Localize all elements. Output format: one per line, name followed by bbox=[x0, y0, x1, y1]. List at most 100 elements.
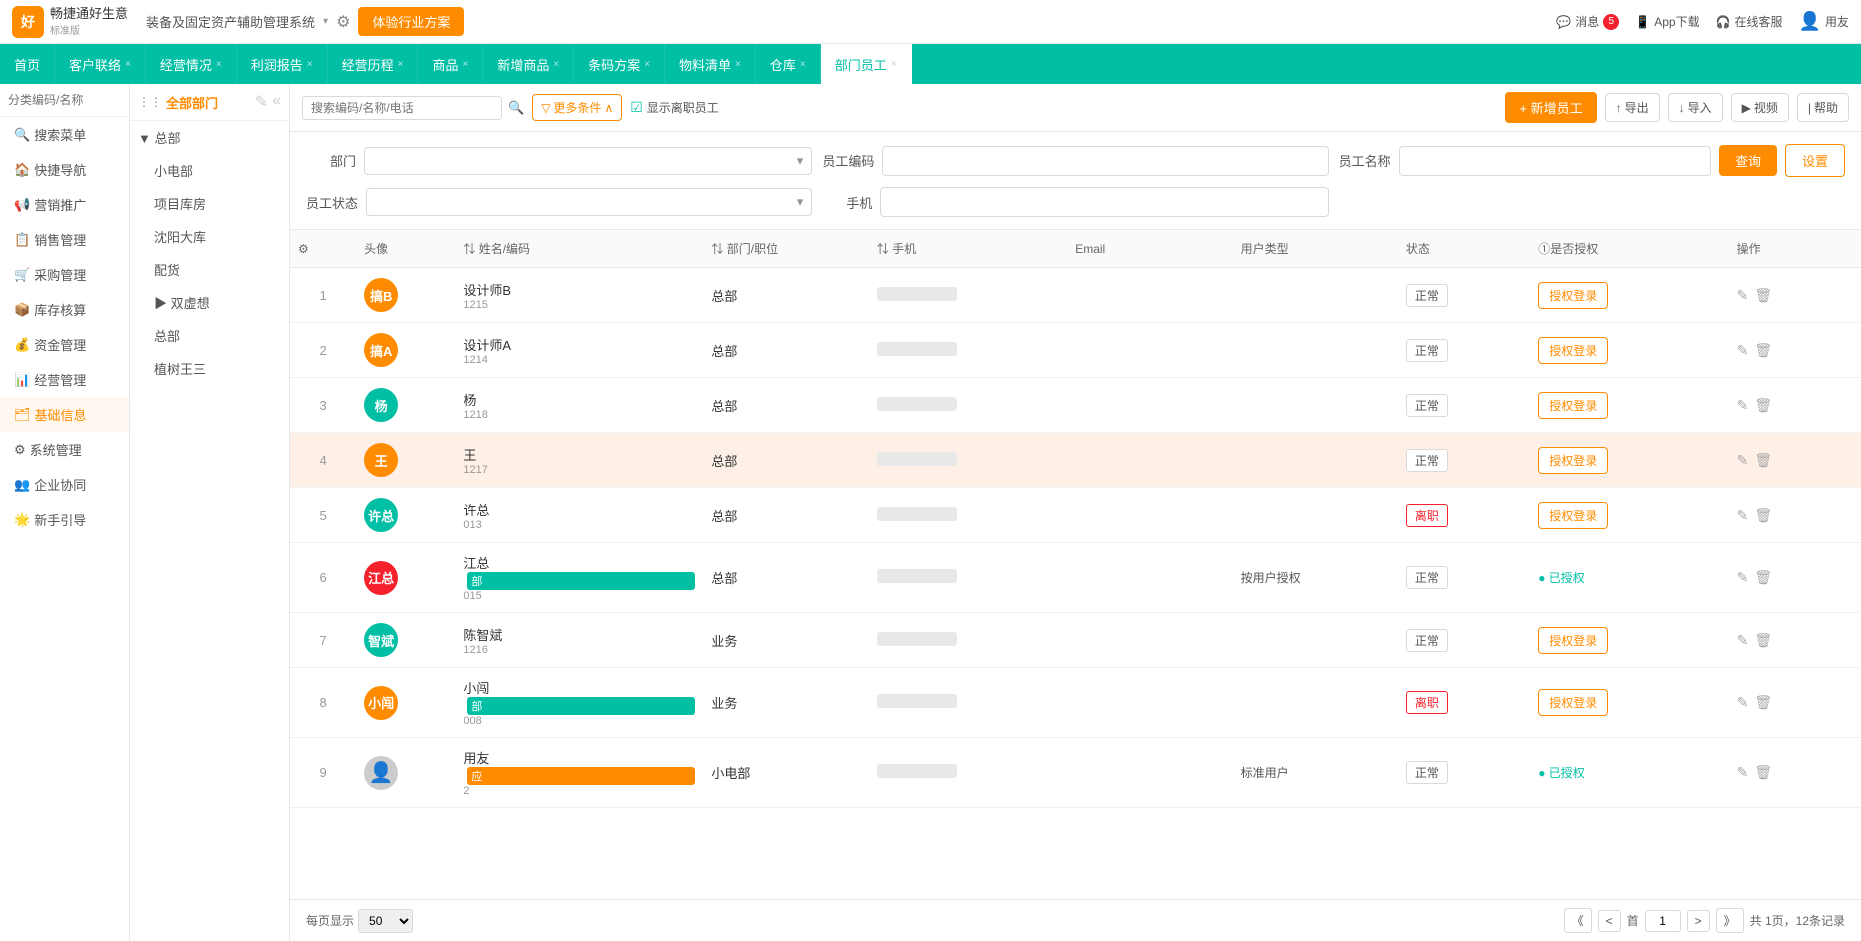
edit-btn-1[interactable]: ✎ bbox=[1737, 342, 1749, 359]
dept-collapse-icon[interactable]: « bbox=[272, 92, 281, 112]
view-btn[interactable]: ▶ 视频 bbox=[1731, 93, 1789, 122]
message-btn[interactable]: 💬 消息 5 bbox=[1556, 13, 1619, 30]
employee-search-icon[interactable]: 🔍 bbox=[508, 100, 524, 116]
edit-btn-4[interactable]: ✎ bbox=[1737, 507, 1749, 524]
auth-btn-6[interactable]: 授权登录 bbox=[1538, 627, 1608, 654]
nav-tab-close-10[interactable]: × bbox=[891, 59, 897, 70]
dept-tree-item-2[interactable]: 项目库房 bbox=[130, 187, 289, 220]
edit-btn-3[interactable]: ✎ bbox=[1737, 452, 1749, 469]
nav-tab-close-2[interactable]: × bbox=[216, 59, 222, 70]
sidebar-item-资金管理[interactable]: 💰 资金管理 bbox=[0, 327, 129, 362]
row-auth-3[interactable]: 授权登录 bbox=[1530, 433, 1728, 488]
sidebar-item-企业协同[interactable]: 👥 企业协同 bbox=[0, 467, 129, 502]
dept-tree-item-0[interactable]: ▼ 总部 bbox=[130, 121, 289, 154]
nav-tab-6[interactable]: 新增商品 × bbox=[483, 44, 574, 84]
sidebar-search-input[interactable] bbox=[8, 93, 130, 107]
auth-btn-1[interactable]: 授权登录 bbox=[1538, 337, 1608, 364]
dept-tree-item-7[interactable]: 植树王三 bbox=[130, 352, 289, 385]
nav-tab-close-4[interactable]: × bbox=[398, 59, 404, 70]
nav-tab-close-9[interactable]: × bbox=[800, 59, 806, 70]
delete-btn-8[interactable]: 🗑 bbox=[1754, 764, 1772, 781]
nav-tab-3[interactable]: 利润报告 × bbox=[237, 44, 328, 84]
dept-tree-item-5[interactable]: ▶ 双虚想 bbox=[130, 286, 289, 319]
dept-filter-select[interactable]: ▾ bbox=[364, 147, 812, 175]
next-page-btn[interactable]: > bbox=[1687, 910, 1710, 932]
nav-tab-1[interactable]: 客户联络 × bbox=[55, 44, 146, 84]
delete-btn-5[interactable]: 🗑 bbox=[1754, 569, 1772, 586]
nav-tab-close-1[interactable]: × bbox=[125, 59, 131, 70]
edit-btn-5[interactable]: ✎ bbox=[1737, 569, 1749, 586]
sidebar-item-快捷导航[interactable]: 🏠 快捷导航 bbox=[0, 152, 129, 187]
auth-btn-7[interactable]: 授权登录 bbox=[1538, 689, 1608, 716]
all-dept-btn[interactable]: ⋮⋮ 全部部门 bbox=[138, 93, 218, 112]
set-btn[interactable]: 设置 bbox=[1785, 144, 1845, 177]
system-title-dropdown[interactable]: ▾ bbox=[323, 16, 328, 27]
dept-add-icon[interactable]: ✎ bbox=[255, 92, 268, 112]
auth-btn-3[interactable]: 授权登录 bbox=[1538, 447, 1608, 474]
nav-tab-4[interactable]: 经营历程 × bbox=[328, 44, 419, 84]
nav-tab-close-8[interactable]: × bbox=[735, 59, 741, 70]
sidebar-item-库存核算[interactable]: 📦 库存核算 bbox=[0, 292, 129, 327]
employee-search-input[interactable] bbox=[302, 96, 502, 120]
page-number-input[interactable] bbox=[1645, 910, 1681, 932]
nav-tab-close-5[interactable]: × bbox=[462, 59, 468, 70]
first-page-btn[interactable]: 《 bbox=[1564, 908, 1592, 933]
show-resigned-toggle[interactable]: ☑ 显示离职员工 bbox=[630, 99, 719, 116]
delete-btn-7[interactable]: 🗑 bbox=[1754, 694, 1772, 711]
auth-btn-2[interactable]: 授权登录 bbox=[1538, 392, 1608, 419]
edit-btn-7[interactable]: ✎ bbox=[1737, 694, 1749, 711]
nav-tab-8[interactable]: 物料清单 × bbox=[665, 44, 756, 84]
gear-icon[interactable]: ⚙ bbox=[336, 12, 350, 32]
nav-tab-close-6[interactable]: × bbox=[553, 59, 559, 70]
last-page-btn[interactable]: 》 bbox=[1716, 908, 1744, 933]
empcode-filter-input[interactable] bbox=[882, 146, 1328, 176]
dept-tree-item-6[interactable]: 总部 bbox=[130, 319, 289, 352]
delete-btn-3[interactable]: 🗑 bbox=[1754, 452, 1772, 469]
nav-tab-9[interactable]: 仓库 × bbox=[756, 44, 821, 84]
edit-btn-6[interactable]: ✎ bbox=[1737, 632, 1749, 649]
delete-btn-0[interactable]: 🗑 bbox=[1754, 287, 1772, 304]
prev-page-btn[interactable]: < bbox=[1598, 910, 1621, 932]
nav-tab-10[interactable]: 部门员工 × bbox=[821, 44, 912, 84]
dept-tree-item-3[interactable]: 沈阳大库 bbox=[130, 220, 289, 253]
delete-btn-6[interactable]: 🗑 bbox=[1754, 632, 1772, 649]
nav-tab-5[interactable]: 商品 × bbox=[418, 44, 483, 84]
sidebar-item-系统管理[interactable]: ⚙ 系统管理 bbox=[0, 432, 129, 467]
nav-tab-close-7[interactable]: × bbox=[644, 59, 650, 70]
sidebar-item-新手引导[interactable]: 🌟 新手引导 bbox=[0, 502, 129, 537]
per-page-select[interactable]: 50 20 100 bbox=[358, 909, 413, 933]
row-auth-1[interactable]: 授权登录 bbox=[1530, 323, 1728, 378]
app-download-btn[interactable]: 📱 App下载 bbox=[1635, 13, 1699, 30]
dept-tree-item-1[interactable]: 小电部 bbox=[130, 154, 289, 187]
help-btn[interactable]: | 帮助 bbox=[1797, 93, 1849, 122]
edit-btn-0[interactable]: ✎ bbox=[1737, 287, 1749, 304]
add-employee-btn[interactable]: + 新增员工 bbox=[1505, 92, 1596, 123]
nav-tab-7[interactable]: 条码方案 × bbox=[574, 44, 665, 84]
row-auth-6[interactable]: 授权登录 bbox=[1530, 613, 1728, 668]
sidebar-item-基础信息[interactable]: 🗂 基础信息 bbox=[0, 397, 129, 432]
query-btn[interactable]: 查询 bbox=[1719, 145, 1777, 176]
sidebar-item-销售管理[interactable]: 📋 销售管理 bbox=[0, 222, 129, 257]
status-filter-select[interactable]: ▾ bbox=[366, 188, 812, 216]
sidebar-item-搜索菜单[interactable]: 🔍 搜索菜单 bbox=[0, 117, 129, 152]
auth-btn-0[interactable]: 授权登录 bbox=[1538, 282, 1608, 309]
sidebar-item-经营管理[interactable]: 📊 经营管理 bbox=[0, 362, 129, 397]
empname-filter-input[interactable] bbox=[1399, 146, 1711, 176]
settings-icon[interactable]: ⚙ bbox=[298, 242, 309, 256]
delete-btn-4[interactable]: 🗑 bbox=[1754, 507, 1772, 524]
nav-tab-0[interactable]: 首页 bbox=[0, 44, 55, 84]
row-auth-7[interactable]: 授权登录 bbox=[1530, 668, 1728, 738]
row-auth-4[interactable]: 授权登录 bbox=[1530, 488, 1728, 543]
user-btn[interactable]: 👤 用友 bbox=[1799, 11, 1849, 32]
more-filter-btn[interactable]: ▽ 更多条件 ∧ bbox=[532, 94, 622, 121]
trial-button[interactable]: 体验行业方案 bbox=[358, 7, 464, 36]
dept-tree-item-4[interactable]: 配货 bbox=[130, 253, 289, 286]
sidebar-item-采购管理[interactable]: 🛒 采购管理 bbox=[0, 257, 129, 292]
online-service-btn[interactable]: 🎧 在线客服 bbox=[1716, 13, 1783, 30]
nav-tab-close-3[interactable]: × bbox=[307, 59, 313, 70]
sidebar-item-营销推广[interactable]: 📢 营销推广 bbox=[0, 187, 129, 222]
edit-btn-8[interactable]: ✎ bbox=[1737, 764, 1749, 781]
import-btn[interactable]: ↓ 导入 bbox=[1668, 93, 1723, 122]
nav-tab-2[interactable]: 经营情况 × bbox=[146, 44, 237, 84]
row-auth-0[interactable]: 授权登录 bbox=[1530, 268, 1728, 323]
